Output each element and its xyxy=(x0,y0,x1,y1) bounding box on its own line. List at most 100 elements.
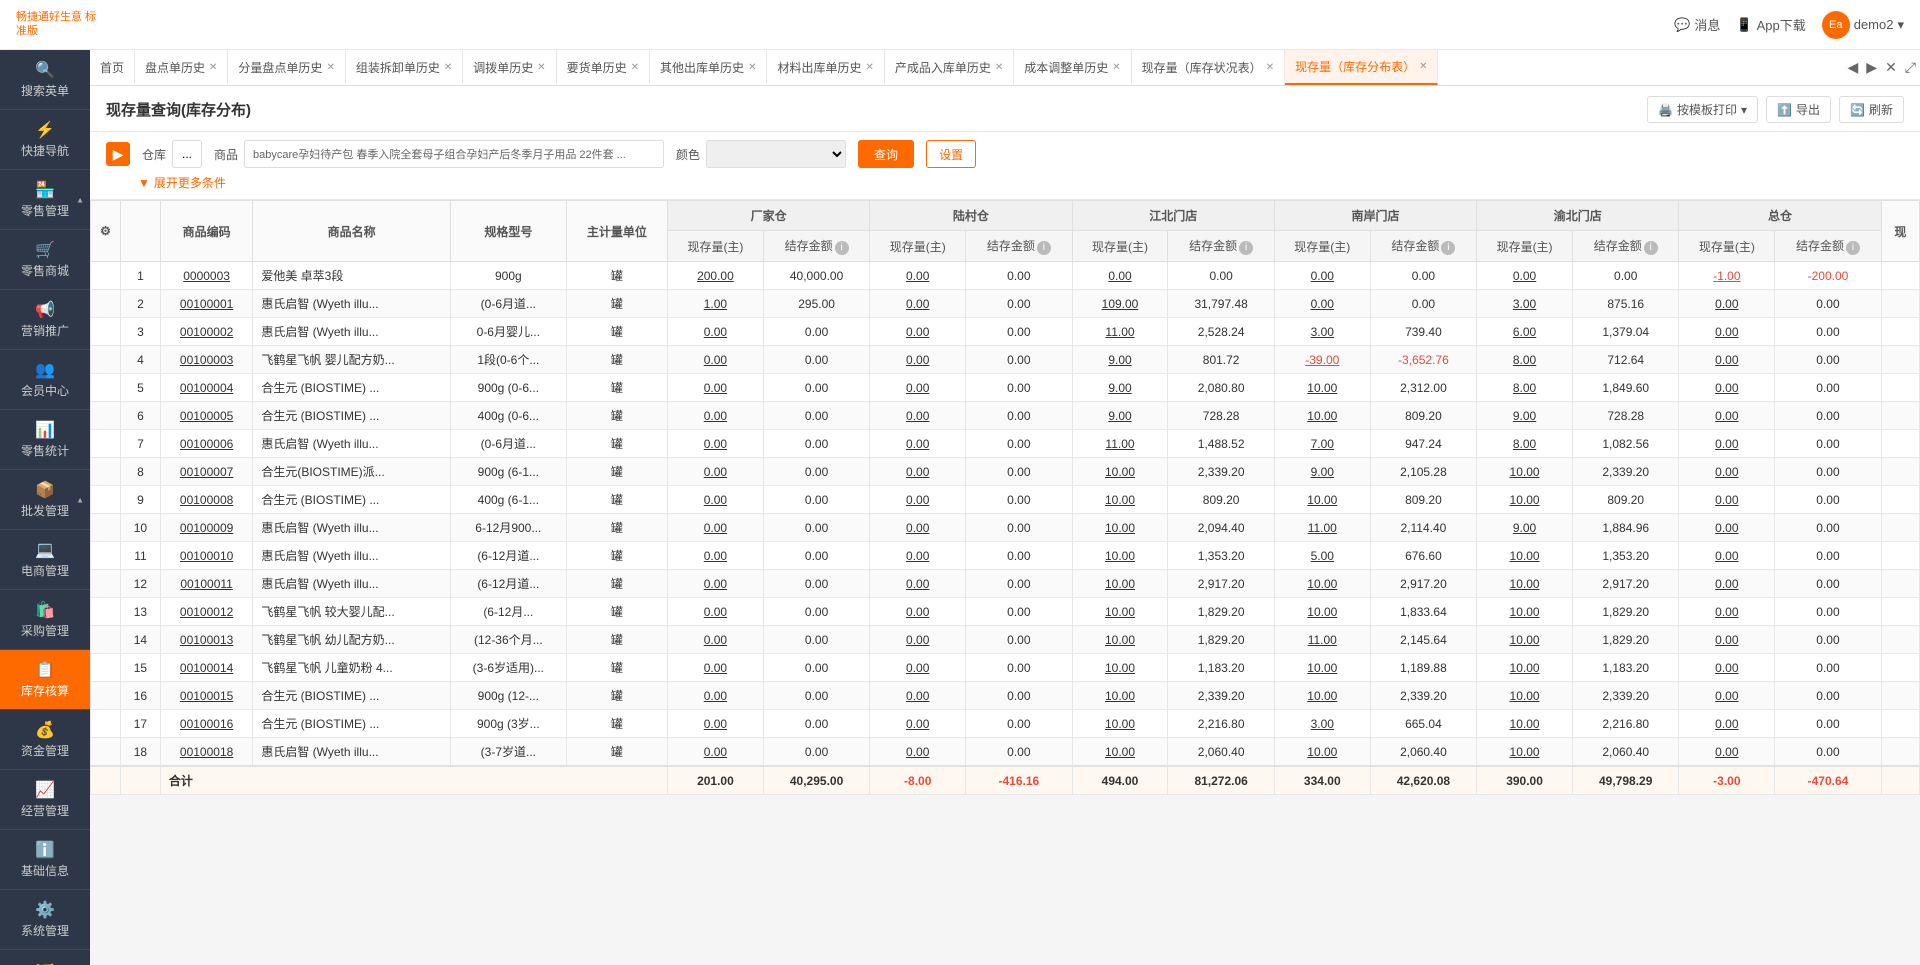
filter-toggle[interactable]: ▶ xyxy=(106,142,130,166)
row-code[interactable]: 00100005 xyxy=(160,402,252,430)
row-code[interactable]: 00100007 xyxy=(160,458,252,486)
row-fj-qty[interactable]: 0.00 xyxy=(668,514,764,542)
row-total-qty[interactable]: 0.00 xyxy=(1679,598,1775,626)
row-lc-qty[interactable]: 0.00 xyxy=(870,430,966,458)
row-lc-qty[interactable]: 0.00 xyxy=(870,458,966,486)
message-btn[interactable]: 💬 消息 xyxy=(1674,15,1720,34)
row-jb-qty[interactable]: 10.00 xyxy=(1072,738,1168,767)
info-icon[interactable]: i xyxy=(1644,241,1658,255)
sidebar-item-member[interactable]: 👥 会员中心 xyxy=(0,350,90,410)
row-yb-qty[interactable]: 8.00 xyxy=(1477,346,1573,374)
row-fj-qty[interactable]: 0.00 xyxy=(668,458,764,486)
row-code[interactable]: 00100009 xyxy=(160,514,252,542)
row-total-qty[interactable]: -1.00 xyxy=(1679,262,1775,290)
user-menu[interactable]: Ea demo2 ▾ xyxy=(1822,11,1904,39)
row-lc-qty[interactable]: 0.00 xyxy=(870,738,966,767)
row-fj-qty[interactable]: 0.00 xyxy=(668,682,764,710)
row-jb-qty[interactable]: 10.00 xyxy=(1072,598,1168,626)
row-jb-qty[interactable]: 10.00 xyxy=(1072,514,1168,542)
row-yb-qty[interactable]: 10.00 xyxy=(1477,710,1573,738)
row-na-qty[interactable]: 10.00 xyxy=(1274,598,1370,626)
row-jb-qty[interactable]: 10.00 xyxy=(1072,654,1168,682)
row-na-qty[interactable]: 11.00 xyxy=(1274,626,1370,654)
goods-input[interactable] xyxy=(244,140,664,168)
row-yb-qty[interactable]: 8.00 xyxy=(1477,430,1573,458)
row-code[interactable]: 00100016 xyxy=(160,710,252,738)
row-code[interactable]: 00100012 xyxy=(160,598,252,626)
row-lc-qty[interactable]: 0.00 xyxy=(870,570,966,598)
row-jb-qty[interactable]: 9.00 xyxy=(1072,374,1168,402)
row-jb-qty[interactable]: 9.00 xyxy=(1072,402,1168,430)
tab-other-out[interactable]: 其他出库单历史 ✕ xyxy=(650,50,767,85)
sidebar-item-search[interactable]: 🔍 搜索英单 xyxy=(0,50,90,110)
row-yb-qty[interactable]: 10.00 xyxy=(1477,598,1573,626)
close-icon[interactable]: ✕ xyxy=(444,62,452,73)
sidebar-item-ops[interactable]: 📈 经营管理 xyxy=(0,770,90,830)
tab-stock-status[interactable]: 现存量（库存状况表） ✕ xyxy=(1132,50,1285,85)
row-lc-qty[interactable]: 0.00 xyxy=(870,626,966,654)
row-fj-qty[interactable]: 200.00 xyxy=(668,262,764,290)
close-icon[interactable]: ✕ xyxy=(1419,61,1427,72)
row-total-qty[interactable]: 0.00 xyxy=(1679,710,1775,738)
tab-cost-adjust[interactable]: 成本调整单历史 ✕ xyxy=(1014,50,1131,85)
row-fj-qty[interactable]: 0.00 xyxy=(668,402,764,430)
row-code[interactable]: 00100001 xyxy=(160,290,252,318)
row-fj-qty[interactable]: 0.00 xyxy=(668,486,764,514)
row-code[interactable]: 00100008 xyxy=(160,486,252,514)
close-icon[interactable]: ✕ xyxy=(631,62,639,73)
sidebar-item-finance[interactable]: 💰 资金管理 xyxy=(0,710,90,770)
row-na-qty[interactable]: 10.00 xyxy=(1274,402,1370,430)
info-icon[interactable]: i xyxy=(835,241,849,255)
row-total-qty[interactable]: 0.00 xyxy=(1679,654,1775,682)
row-na-qty[interactable]: 10.00 xyxy=(1274,654,1370,682)
info-icon[interactable]: i xyxy=(1846,241,1860,255)
row-fj-qty[interactable]: 0.00 xyxy=(668,598,764,626)
row-lc-qty[interactable]: 0.00 xyxy=(870,654,966,682)
row-na-qty[interactable]: 5.00 xyxy=(1274,542,1370,570)
row-yb-qty[interactable]: 10.00 xyxy=(1477,570,1573,598)
row-total-qty[interactable]: 0.00 xyxy=(1679,626,1775,654)
row-na-qty[interactable]: 11.00 xyxy=(1274,514,1370,542)
tab-material-out[interactable]: 材料出库单历史 ✕ xyxy=(767,50,884,85)
row-code[interactable]: 00100006 xyxy=(160,430,252,458)
tab-expand[interactable]: ⤢ xyxy=(1901,50,1920,85)
tab-transfer[interactable]: 调拨单历史 ✕ xyxy=(463,50,556,85)
tab-close-all[interactable]: ✕ xyxy=(1881,50,1901,85)
row-na-qty[interactable]: 7.00 xyxy=(1274,430,1370,458)
row-yb-qty[interactable]: 10.00 xyxy=(1477,458,1573,486)
close-icon[interactable]: ✕ xyxy=(1112,62,1120,73)
row-na-qty[interactable]: 3.00 xyxy=(1274,318,1370,346)
row-fj-qty[interactable]: 0.00 xyxy=(668,374,764,402)
row-lc-qty[interactable]: 0.00 xyxy=(870,710,966,738)
row-lc-qty[interactable]: 0.00 xyxy=(870,290,966,318)
export-button[interactable]: ⬆️ 导出 xyxy=(1766,96,1831,123)
setting-button[interactable]: 设置 xyxy=(926,140,976,168)
color-select[interactable] xyxy=(706,140,846,168)
row-jb-qty[interactable]: 10.00 xyxy=(1072,542,1168,570)
print-button[interactable]: 🖨️ 按模板打印 ▾ xyxy=(1647,96,1758,123)
sidebar-item-basic[interactable]: ℹ️ 基础信息 xyxy=(0,830,90,890)
sidebar-item-collab[interactable]: 🤝 企业协同 xyxy=(0,950,90,965)
row-total-qty[interactable]: 0.00 xyxy=(1679,346,1775,374)
row-na-qty[interactable]: 3.00 xyxy=(1274,710,1370,738)
row-total-qty[interactable]: 0.00 xyxy=(1679,738,1775,767)
sidebar-item-wholesale[interactable]: 📦 批发管理 xyxy=(0,470,90,530)
row-jb-qty[interactable]: 10.00 xyxy=(1072,486,1168,514)
row-na-qty[interactable]: 10.00 xyxy=(1274,570,1370,598)
row-total-qty[interactable]: 0.00 xyxy=(1679,290,1775,318)
row-lc-qty[interactable]: 0.00 xyxy=(870,402,966,430)
row-yb-qty[interactable]: 9.00 xyxy=(1477,402,1573,430)
close-icon[interactable]: ✕ xyxy=(1266,62,1274,73)
row-yb-qty[interactable]: 10.00 xyxy=(1477,542,1573,570)
row-na-qty[interactable]: -39.00 xyxy=(1274,346,1370,374)
row-fj-qty[interactable]: 0.00 xyxy=(668,430,764,458)
row-fj-qty[interactable]: 1.00 xyxy=(668,290,764,318)
row-jb-qty[interactable]: 10.00 xyxy=(1072,682,1168,710)
row-na-qty[interactable]: 0.00 xyxy=(1274,290,1370,318)
sidebar-item-quick-nav[interactable]: ⚡ 快捷导航 xyxy=(0,110,90,170)
row-jb-qty[interactable]: 11.00 xyxy=(1072,430,1168,458)
row-lc-qty[interactable]: 0.00 xyxy=(870,682,966,710)
row-fj-qty[interactable]: 0.00 xyxy=(668,710,764,738)
row-jb-qty[interactable]: 10.00 xyxy=(1072,570,1168,598)
row-yb-qty[interactable]: 10.00 xyxy=(1477,626,1573,654)
